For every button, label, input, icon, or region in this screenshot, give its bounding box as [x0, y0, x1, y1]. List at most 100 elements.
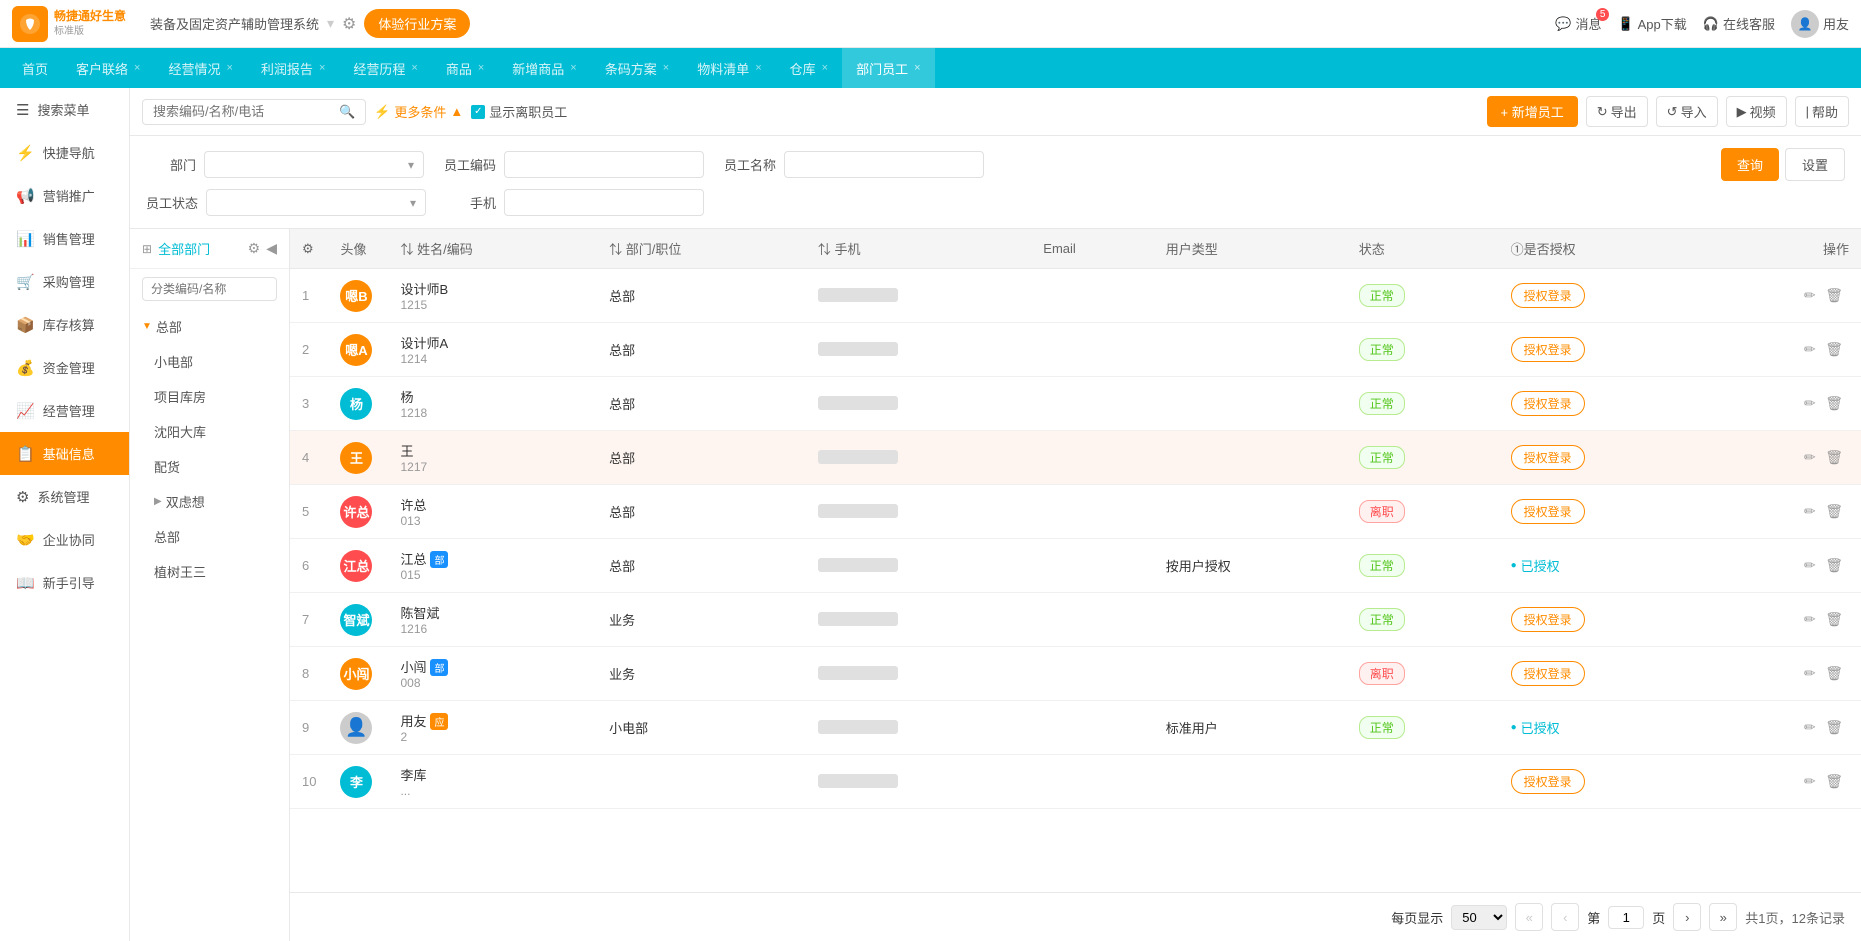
tab-warehouse-close[interactable]: ×: [822, 62, 828, 74]
authorize-button[interactable]: 授权登录: [1511, 661, 1585, 686]
filter-name-input[interactable]: [784, 151, 984, 178]
edit-button[interactable]: ✏: [1804, 665, 1816, 681]
edit-button[interactable]: ✏: [1804, 773, 1816, 789]
tab-profit-close[interactable]: ×: [319, 62, 325, 74]
tab-department[interactable]: 部门员工×: [842, 48, 934, 88]
tab-barcode[interactable]: 条码方案×: [591, 48, 683, 88]
prev-page-btn[interactable]: ‹: [1551, 903, 1579, 931]
dept-item-xiangmu[interactable]: 项目库房: [130, 379, 289, 414]
search-input[interactable]: [153, 104, 333, 119]
sidebar-item-collab[interactable]: 🤝 企业协同: [0, 518, 129, 561]
filter-code-input[interactable]: [504, 151, 704, 178]
sidebar-item-system[interactable]: ⚙ 系统管理: [0, 475, 129, 518]
edit-button[interactable]: ✏: [1804, 611, 1816, 627]
delete-button[interactable]: 🗑: [1825, 503, 1843, 519]
sidebar-item-marketing[interactable]: 📢 营销推广: [0, 174, 129, 217]
export-button[interactable]: ↻ 导出: [1586, 96, 1648, 127]
sidebar-item-search[interactable]: ☰ 搜索菜单: [0, 88, 129, 131]
edit-button[interactable]: ✏: [1804, 395, 1816, 411]
experience-button[interactable]: 体验行业方案: [364, 9, 470, 38]
dept-tree-settings-icon[interactable]: ⚙: [248, 240, 261, 257]
tab-operation[interactable]: 经营情况×: [154, 48, 246, 88]
delete-button[interactable]: 🗑: [1825, 557, 1843, 573]
filter-dept-select[interactable]: [204, 151, 424, 178]
delete-button[interactable]: 🗑: [1825, 611, 1843, 627]
edit-button[interactable]: ✏: [1804, 341, 1816, 357]
first-page-btn[interactable]: «: [1515, 903, 1543, 931]
next-page-btn[interactable]: ›: [1673, 903, 1701, 931]
tab-home[interactable]: 首页: [8, 48, 62, 88]
add-employee-button[interactable]: + 新增员工: [1487, 96, 1578, 127]
last-page-btn[interactable]: »: [1709, 903, 1737, 931]
authorize-button[interactable]: 授权登录: [1511, 499, 1585, 524]
online-support-btn[interactable]: 🎧 在线客服: [1703, 14, 1775, 33]
authorize-button[interactable]: 授权登录: [1511, 337, 1585, 362]
delete-button[interactable]: 🗑: [1825, 719, 1843, 735]
sidebar-item-operation[interactable]: 📈 经营管理: [0, 389, 129, 432]
delete-button[interactable]: 🗑: [1825, 341, 1843, 357]
dept-item-zongbu[interactable]: 总部: [130, 519, 289, 554]
authorize-button[interactable]: 授权登录: [1511, 607, 1585, 632]
filter-status-select[interactable]: [206, 189, 426, 216]
tab-goods-close[interactable]: ×: [478, 62, 484, 74]
page-size-select[interactable]: 50 20 100: [1451, 905, 1507, 930]
page-number-input[interactable]: [1608, 906, 1644, 929]
filter-phone-input[interactable]: [504, 189, 704, 216]
col-dept[interactable]: ⇅ 部门/职位: [597, 229, 806, 269]
delete-button[interactable]: 🗑: [1825, 665, 1843, 681]
edit-button[interactable]: ✏: [1804, 719, 1816, 735]
import-button[interactable]: ↺ 导入: [1656, 96, 1718, 127]
sidebar-item-finance[interactable]: 💰 资金管理: [0, 346, 129, 389]
filter-dept-select-wrap[interactable]: [204, 151, 424, 178]
user-menu[interactable]: 👤 用友: [1791, 10, 1849, 38]
authorize-button[interactable]: 授权登录: [1511, 445, 1585, 470]
col-settings[interactable]: ⚙: [290, 229, 328, 269]
authorize-button[interactable]: 授权登录: [1511, 283, 1585, 308]
inactive-checkbox[interactable]: ✓: [471, 105, 485, 119]
help-button[interactable]: | 帮助: [1795, 96, 1849, 127]
message-btn[interactable]: 💬 消息 5: [1555, 14, 1601, 33]
edit-button[interactable]: ✏: [1804, 557, 1816, 573]
settings-icon[interactable]: ⚙: [342, 14, 356, 34]
edit-button[interactable]: ✏: [1804, 287, 1816, 303]
app-download-btn[interactable]: 📱 App下载: [1617, 14, 1686, 33]
search-icon[interactable]: 🔍: [339, 104, 355, 120]
dropdown-arrow[interactable]: ▾: [327, 15, 334, 32]
filter-status-select-wrap[interactable]: [206, 189, 426, 216]
dept-grid-icon[interactable]: ⊞: [142, 242, 152, 256]
tab-customer[interactable]: 客户联络×: [62, 48, 154, 88]
col-phone[interactable]: ⇅ 手机: [806, 229, 1031, 269]
tab-barcode-close[interactable]: ×: [663, 62, 669, 74]
col-name[interactable]: ⇅ 姓名/编码: [388, 229, 597, 269]
tab-new-goods-close[interactable]: ×: [570, 62, 576, 74]
edit-button[interactable]: ✏: [1804, 503, 1816, 519]
sidebar-item-basic[interactable]: 📋 基础信息: [0, 432, 129, 475]
dept-item-zongbu-parent[interactable]: ▼ 总部: [130, 309, 289, 344]
tab-operation-close[interactable]: ×: [226, 62, 232, 74]
tab-department-close[interactable]: ×: [914, 62, 920, 74]
query-button[interactable]: 查询: [1721, 148, 1779, 181]
dept-item-zhishu[interactable]: 植树王三: [130, 554, 289, 589]
dept-item-shenyang[interactable]: 沈阳大库: [130, 414, 289, 449]
video-button[interactable]: ▶ 视频: [1726, 96, 1787, 127]
delete-button[interactable]: 🗑: [1825, 287, 1843, 303]
dept-item-peihuo[interactable]: 配货: [130, 449, 289, 484]
sidebar-item-purchase[interactable]: 🛒 采购管理: [0, 260, 129, 303]
sidebar-item-sales[interactable]: 📊 销售管理: [0, 217, 129, 260]
delete-button[interactable]: 🗑: [1825, 773, 1843, 789]
more-conditions-btn[interactable]: ⚡ 更多条件 ▲: [374, 102, 463, 121]
tab-profit[interactable]: 利润报告×: [247, 48, 339, 88]
tab-goods[interactable]: 商品×: [432, 48, 498, 88]
sidebar-item-quicknav[interactable]: ⚡ 快捷导航: [0, 131, 129, 174]
show-inactive-toggle[interactable]: ✓ 显示离职员工: [471, 102, 567, 121]
edit-button[interactable]: ✏: [1804, 449, 1816, 465]
tab-bom[interactable]: 物料清单×: [683, 48, 775, 88]
tab-warehouse[interactable]: 仓库×: [776, 48, 842, 88]
authorize-button[interactable]: 授权登录: [1511, 769, 1585, 794]
tab-history[interactable]: 经营历程×: [339, 48, 431, 88]
dept-search-input[interactable]: [142, 277, 277, 301]
tab-bom-close[interactable]: ×: [755, 62, 761, 74]
tab-new-goods[interactable]: 新增商品×: [498, 48, 590, 88]
dept-item-shuangluxiang[interactable]: ▶ 双虑想: [130, 484, 289, 519]
tab-customer-close[interactable]: ×: [134, 62, 140, 74]
